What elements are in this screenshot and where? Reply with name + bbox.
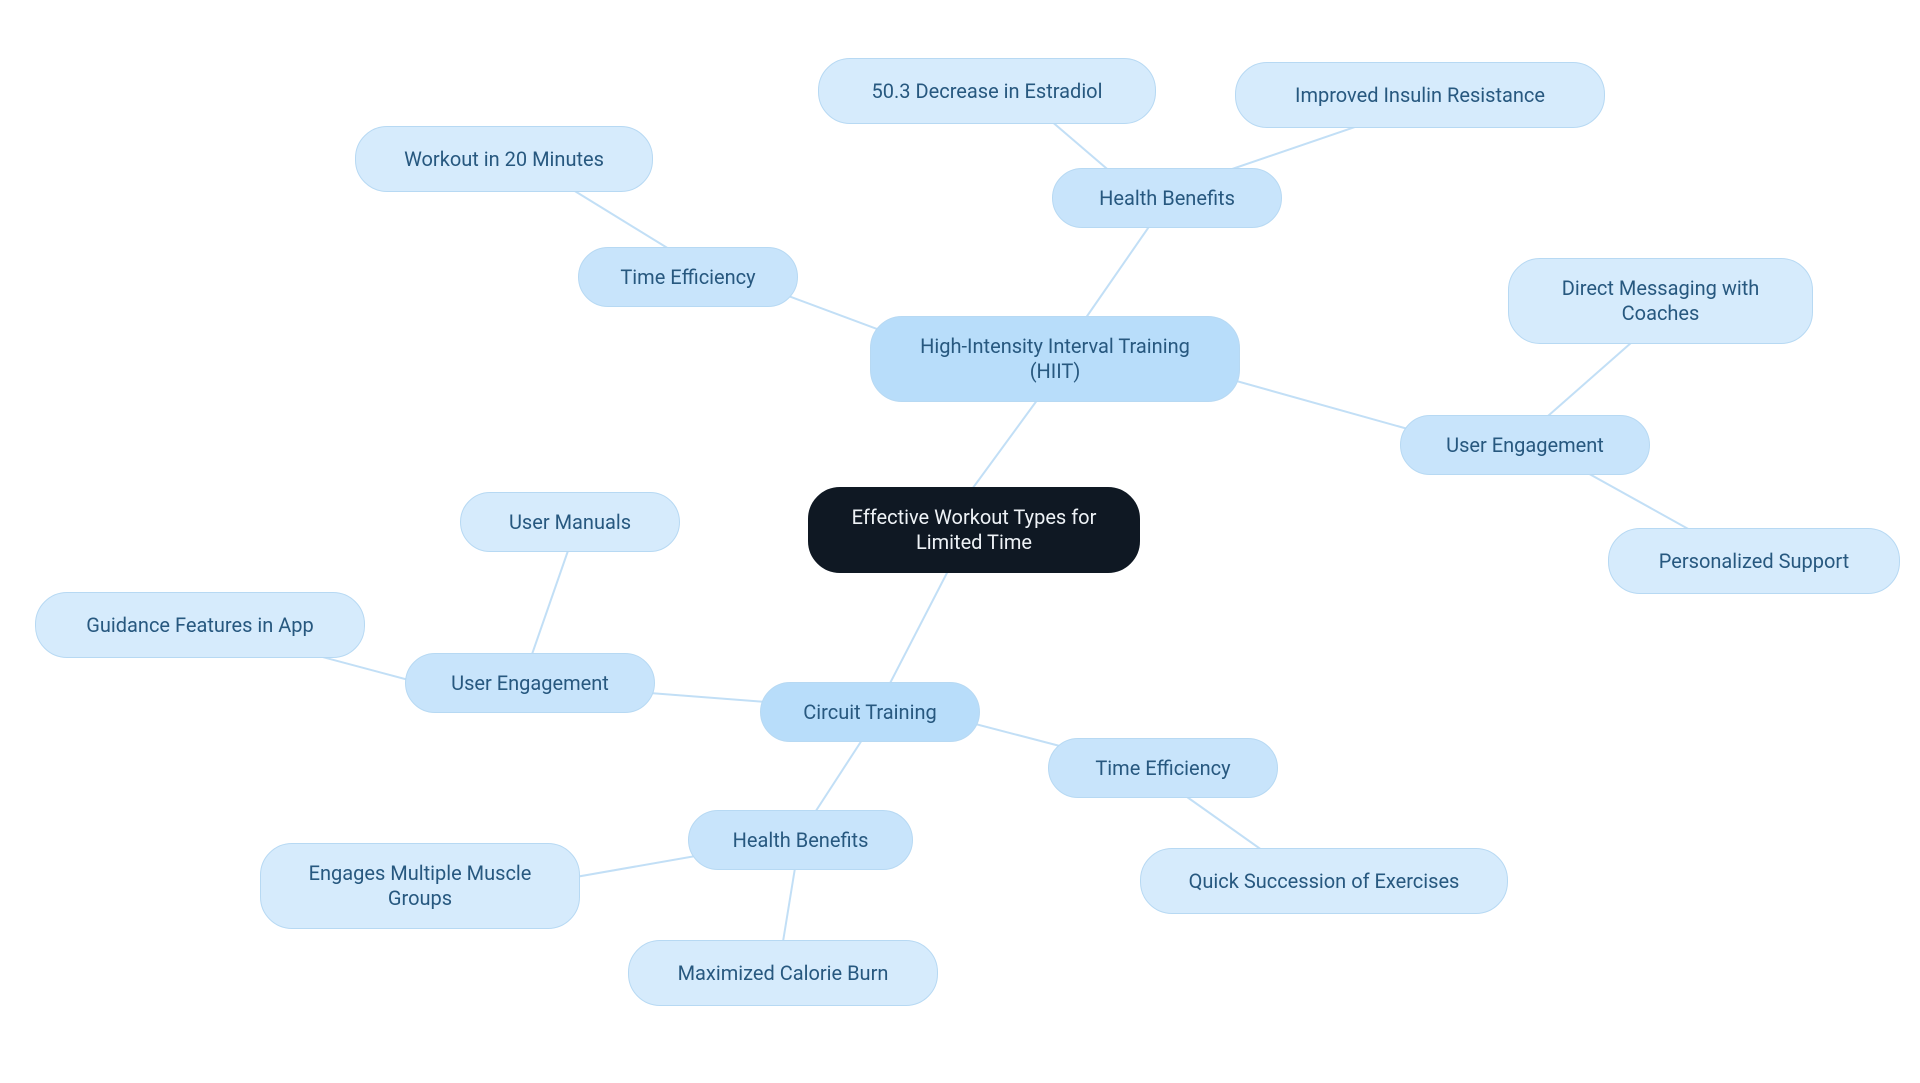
label: Guidance Features in App — [86, 613, 314, 638]
root-label: Effective Workout Types for Limited Time — [835, 505, 1113, 555]
label: Circuit Training — [803, 700, 936, 725]
node-hiit-workout-20[interactable]: Workout in 20 Minutes — [355, 126, 653, 192]
edge — [810, 740, 862, 820]
node-circuit-guidance[interactable]: Guidance Features in App — [35, 592, 365, 658]
label: Health Benefits — [1099, 186, 1235, 211]
node-hiit-label: High-Intensity Interval Training (HIIT) — [897, 334, 1213, 384]
edge — [1083, 218, 1155, 322]
node-circuit-health-benefits[interactable]: Health Benefits — [688, 810, 913, 870]
node-circuit-manuals[interactable]: User Manuals — [460, 492, 680, 552]
node-circuit-muscle[interactable]: Engages Multiple Muscle Groups — [260, 843, 580, 929]
node-hiit-health-benefits[interactable]: Health Benefits — [1052, 168, 1282, 228]
label: User Engagement — [1446, 433, 1604, 458]
node-circuit-user-engagement[interactable]: User Engagement — [405, 653, 655, 713]
label: Improved Insulin Resistance — [1295, 83, 1545, 108]
node-hiit-user-engagement[interactable]: User Engagement — [1400, 415, 1650, 475]
node-circuit-quick[interactable]: Quick Succession of Exercises — [1140, 848, 1508, 914]
edge — [1540, 335, 1640, 423]
edge — [886, 569, 949, 691]
node-hiit[interactable]: High-Intensity Interval Training (HIIT) — [870, 316, 1240, 402]
label: Personalized Support — [1659, 549, 1849, 574]
label: Maximized Calorie Burn — [678, 961, 889, 986]
label: User Engagement — [451, 671, 609, 696]
node-hiit-time-efficiency[interactable]: Time Efficiency — [578, 247, 798, 307]
root-node[interactable]: Effective Workout Types for Limited Time — [808, 487, 1140, 573]
node-circuit[interactable]: Circuit Training — [760, 682, 980, 742]
label: Health Benefits — [733, 828, 869, 853]
label: Quick Succession of Exercises — [1189, 869, 1460, 894]
label: Time Efficiency — [1095, 756, 1230, 781]
mindmap-canvas: Effective Workout Types for Limited Time… — [0, 0, 1920, 1083]
label: User Manuals — [509, 510, 631, 535]
node-hiit-insulin[interactable]: Improved Insulin Resistance — [1235, 62, 1605, 128]
node-circuit-time-efficiency[interactable]: Time Efficiency — [1048, 738, 1278, 798]
node-hiit-messaging[interactable]: Direct Messaging with Coaches — [1508, 258, 1813, 344]
label: Workout in 20 Minutes — [404, 147, 604, 172]
label: Time Efficiency — [620, 265, 755, 290]
label: 50.3 Decrease in Estradiol — [872, 79, 1103, 104]
node-circuit-calorie[interactable]: Maximized Calorie Burn — [628, 940, 938, 1006]
label: Direct Messaging with Coaches — [1535, 276, 1786, 326]
node-hiit-personalized[interactable]: Personalized Support — [1608, 528, 1900, 594]
node-hiit-estradiol[interactable]: 50.3 Decrease in Estradiol — [818, 58, 1156, 124]
edge — [967, 388, 1046, 496]
label: Engages Multiple Muscle Groups — [287, 861, 553, 911]
edge — [530, 545, 570, 660]
